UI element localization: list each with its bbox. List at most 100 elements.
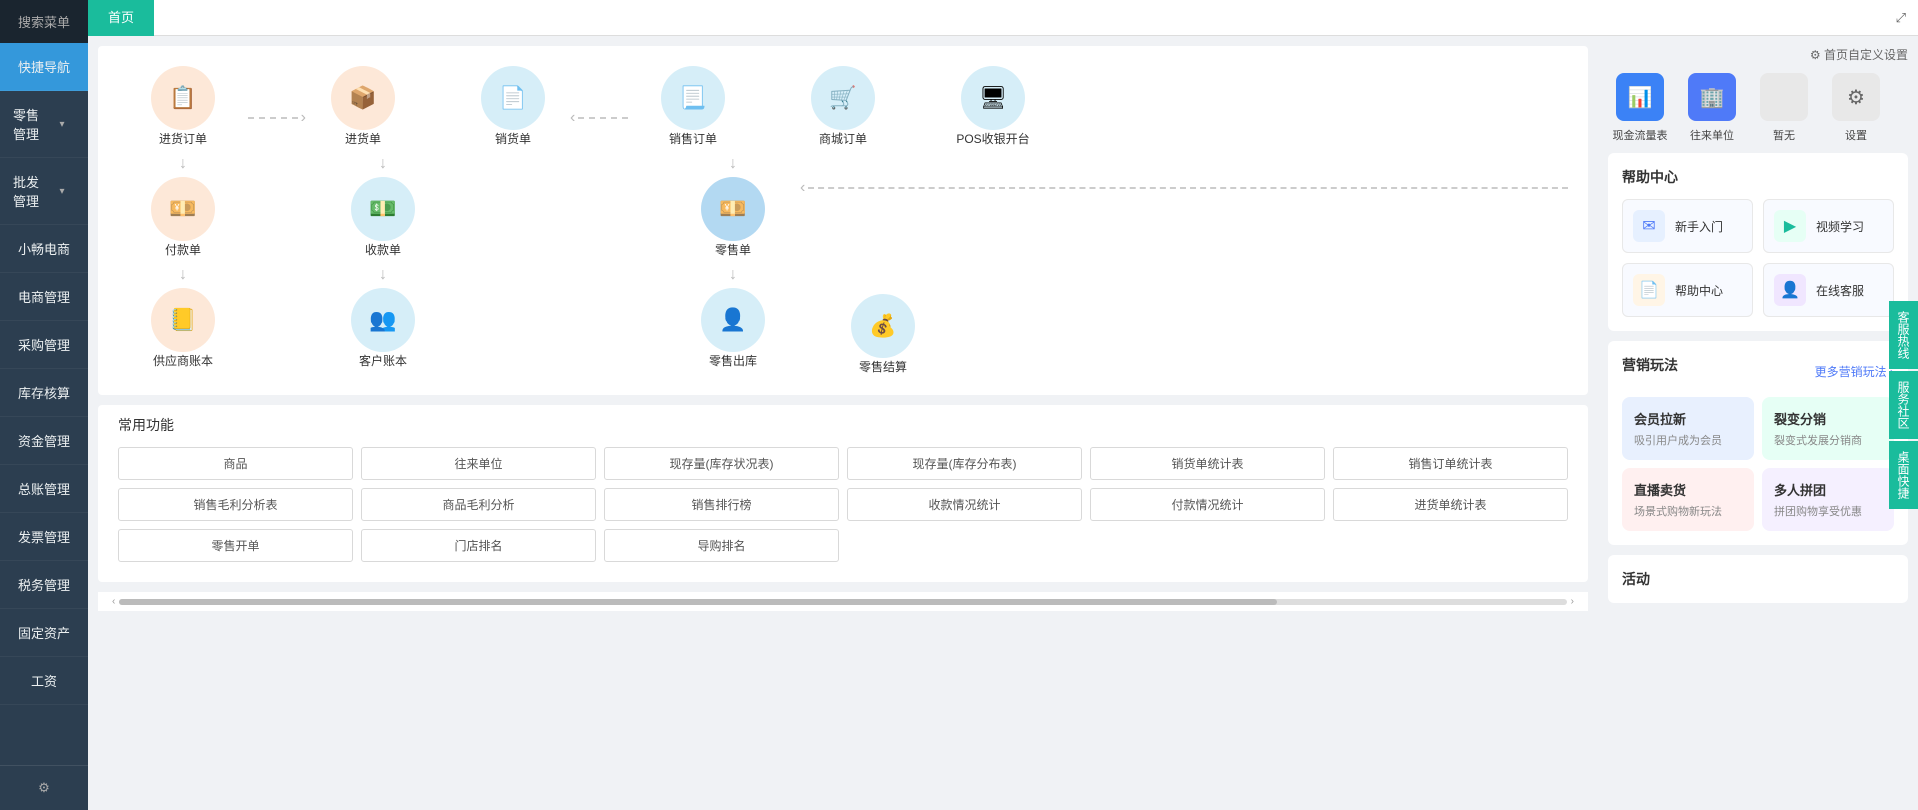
marketing-item-zhibo[interactable]: 直播卖货 场景式购物新玩法 — [1622, 468, 1754, 531]
activity-title: 活动 — [1622, 569, 1894, 589]
scrollbar-thumb[interactable] — [119, 599, 1277, 605]
xiaoshoudingdan-label: 销售订单 — [669, 130, 717, 147]
zhibo-title: 直播卖货 — [1634, 480, 1742, 499]
kehuzhangben-icon: 👥 — [351, 288, 415, 352]
pintuan-title: 多人拼团 — [1774, 480, 1882, 499]
scrollbar-area: ‹ › — [98, 592, 1588, 611]
v-arrow-2b: ↓ — [379, 266, 387, 284]
sidebar-item-zijinguanli[interactable]: 资金管理 — [0, 417, 88, 465]
func-btn-13[interactable]: 门店排名 — [361, 529, 596, 562]
func-btn-1[interactable]: 往来单位 — [361, 447, 596, 480]
func-btn-8[interactable]: 销售排行榜 — [604, 488, 839, 521]
tab-bar: 首页 ⤢ — [88, 0, 1918, 36]
func-btn-4[interactable]: 销货单统计表 — [1090, 447, 1325, 480]
v-arrow-1: ↓ — [179, 155, 187, 173]
func-btn-11[interactable]: 进货单统计表 — [1333, 488, 1568, 521]
tab-home[interactable]: 首页 — [88, 0, 154, 36]
help-item-zaixiankefu[interactable]: 👤 在线客服 — [1763, 263, 1894, 317]
lingshaodan-label: 零售单 — [715, 241, 751, 258]
help-item-shipin[interactable]: ▶ 视频学习 — [1763, 199, 1894, 253]
node-jinhuodingdan[interactable]: 📋 进货订单 — [118, 66, 248, 147]
func-btn-0[interactable]: 商品 — [118, 447, 353, 480]
quick-icon-zanwu[interactable]: 暂无 — [1752, 73, 1816, 143]
gongyingshangzhangben-icon: 📒 — [151, 288, 215, 352]
node-shangchengdingdan[interactable]: 🛒 商城订单 — [778, 66, 908, 147]
node-pos[interactable]: 🖥 POS收银开台 — [928, 66, 1058, 147]
node-lingshaodan[interactable]: ↓ 💴 零售单 — [668, 155, 798, 258]
sidebar-item-gudingzichan[interactable]: 固定资产 — [0, 609, 88, 657]
scrollbar-track[interactable] — [119, 599, 1566, 605]
sidebar-item-shuiwuguanli[interactable]: 税务管理 — [0, 561, 88, 609]
marketing-header: 营销玩法 更多营销玩法 › — [1622, 355, 1894, 387]
func-btn-10[interactable]: 付款情况统计 — [1090, 488, 1325, 521]
jinhuodingdan-label: 进货订单 — [159, 130, 207, 147]
huiyuan-title: 会员拉新 — [1634, 409, 1742, 428]
node-lingshaoiesuan[interactable]: 💰 零售结算 — [818, 266, 948, 375]
marketing-more-link[interactable]: 更多营销玩法 › — [1815, 363, 1894, 380]
node-kehuzhangben[interactable]: ↓ 👥 客户账本 — [318, 266, 448, 369]
xiaohuodan-icon: 📄 — [481, 66, 545, 130]
quick-icon-wanglaidanwei[interactable]: 🏢 往来单位 — [1680, 73, 1744, 143]
help-center-title: 帮助中心 — [1622, 167, 1894, 187]
float-btn-kefu[interactable]: 客服热线 — [1889, 301, 1918, 369]
sidebar-item-caigouguanli[interactable]: 采购管理 — [0, 321, 88, 369]
float-buttons: 客服热线 服务社区 桌面快捷 — [1889, 301, 1918, 509]
scroll-right-arrow[interactable]: › — [1567, 596, 1578, 607]
func-btn-7[interactable]: 商品毛利分析 — [361, 488, 596, 521]
sidebar-item-xiaochangdianshang[interactable]: 小畅电商 — [0, 225, 88, 273]
v-arrow-1b: ↓ — [179, 266, 187, 284]
pos-icon: 🖥 — [961, 66, 1025, 130]
func-btn-2[interactable]: 现存量(库存状况表) — [604, 447, 839, 480]
pos-label: POS收银开台 — [956, 130, 1029, 147]
func-grid: 商品 往来单位 现存量(库存状况表) 现存量(库存分布表) 销货单统计表 销售订… — [118, 447, 1568, 562]
sidebar-item-zhangguanli[interactable]: 总账管理 — [0, 465, 88, 513]
sidebar-item-kuaijie[interactable]: 快捷导航 — [0, 43, 88, 91]
zhibo-desc: 场景式购物新玩法 — [1634, 503, 1742, 519]
sidebar-item-diansaanguanli[interactable]: 电商管理 — [0, 273, 88, 321]
float-btn-zhuomian[interactable]: 桌面快捷 — [1889, 441, 1918, 509]
node-jinhuodan[interactable]: 📦 进货单 — [298, 66, 428, 147]
func-btn-9[interactable]: 收款情况统计 — [847, 488, 1082, 521]
func-btn-3[interactable]: 现存量(库存分布表) — [847, 447, 1082, 480]
marketing-item-liezhan[interactable]: 裂变分销 裂变式发展分销商 — [1762, 397, 1894, 460]
node-lingshaochu[interactable]: ↓ 👤 零售出库 — [668, 266, 798, 369]
gear-icon[interactable]: ⚙ — [0, 765, 88, 810]
sidebar-item-pifaguanli[interactable]: 批发管理 ▾ — [0, 158, 88, 225]
v-arrow-4: ↓ — [729, 155, 737, 173]
customize-header[interactable]: ⚙ 首页自定义设置 — [1608, 46, 1908, 63]
func-btn-12[interactable]: 零售开单 — [118, 529, 353, 562]
expand-button[interactable]: ⤢ — [1884, 10, 1918, 26]
chevron-down-icon: ▾ — [44, 119, 80, 130]
shoukuandan-icon: 💵 — [351, 177, 415, 241]
help-item-xinshouru[interactable]: ✉ 新手入门 — [1622, 199, 1753, 253]
wanglaidanwei-label: 往来单位 — [1690, 127, 1734, 143]
lingshaojiesuan-label: 零售结算 — [859, 358, 907, 375]
marketing-item-pintuan[interactable]: 多人拼团 拼团购物享受优惠 — [1762, 468, 1894, 531]
func-btn-5[interactable]: 销售订单统计表 — [1333, 447, 1568, 480]
sidebar-item-lingshougaunli[interactable]: 零售管理 ▾ — [0, 91, 88, 158]
v-arrow-4b: ↓ — [729, 266, 737, 284]
user-icon: 👤 — [1774, 274, 1806, 306]
kehuzhangben-label: 客户账本 — [359, 352, 407, 369]
node-shou[interactable]: ↓ 💵 收款单 — [318, 155, 448, 258]
marketing-item-huiyuan[interactable]: 会员拉新 吸引用户成为会员 — [1622, 397, 1754, 460]
scroll-left-arrow[interactable]: ‹ — [108, 596, 119, 607]
fukuandan-label: 付款单 — [165, 241, 201, 258]
func-btn-6[interactable]: 销售毛利分析表 — [118, 488, 353, 521]
func-btn-14[interactable]: 导购排名 — [604, 529, 839, 562]
jinhuodingdan-icon: 📋 — [151, 66, 215, 130]
help-bangzhu-label: 帮助中心 — [1675, 282, 1723, 299]
sidebar-item-kucunhesuan[interactable]: 库存核算 — [0, 369, 88, 417]
zanwu-label: 暂无 — [1773, 127, 1795, 143]
sidebar-search[interactable]: 搜索菜单 — [0, 0, 88, 43]
sidebar-item-fapiaoguanli[interactable]: 发票管理 — [0, 513, 88, 561]
node-xiaoshoudingdan[interactable]: 📃 销售订单 — [628, 66, 758, 147]
quick-icon-xianjinliuliang[interactable]: 📊 现金流量表 — [1608, 73, 1672, 143]
node-xiaohuodan[interactable]: 📄 销货单 — [448, 66, 578, 147]
float-btn-shequ[interactable]: 服务社区 — [1889, 371, 1918, 439]
gongyingshangzhangben-label: 供应商账本 — [153, 352, 213, 369]
help-item-bangzhucenter[interactable]: 📄 帮助中心 — [1622, 263, 1753, 317]
activity-section: 活动 — [1608, 555, 1908, 603]
quick-icon-shezhi[interactable]: ⚙ 设置 — [1824, 73, 1888, 143]
sidebar-item-gongzi[interactable]: 工资 — [0, 657, 88, 705]
